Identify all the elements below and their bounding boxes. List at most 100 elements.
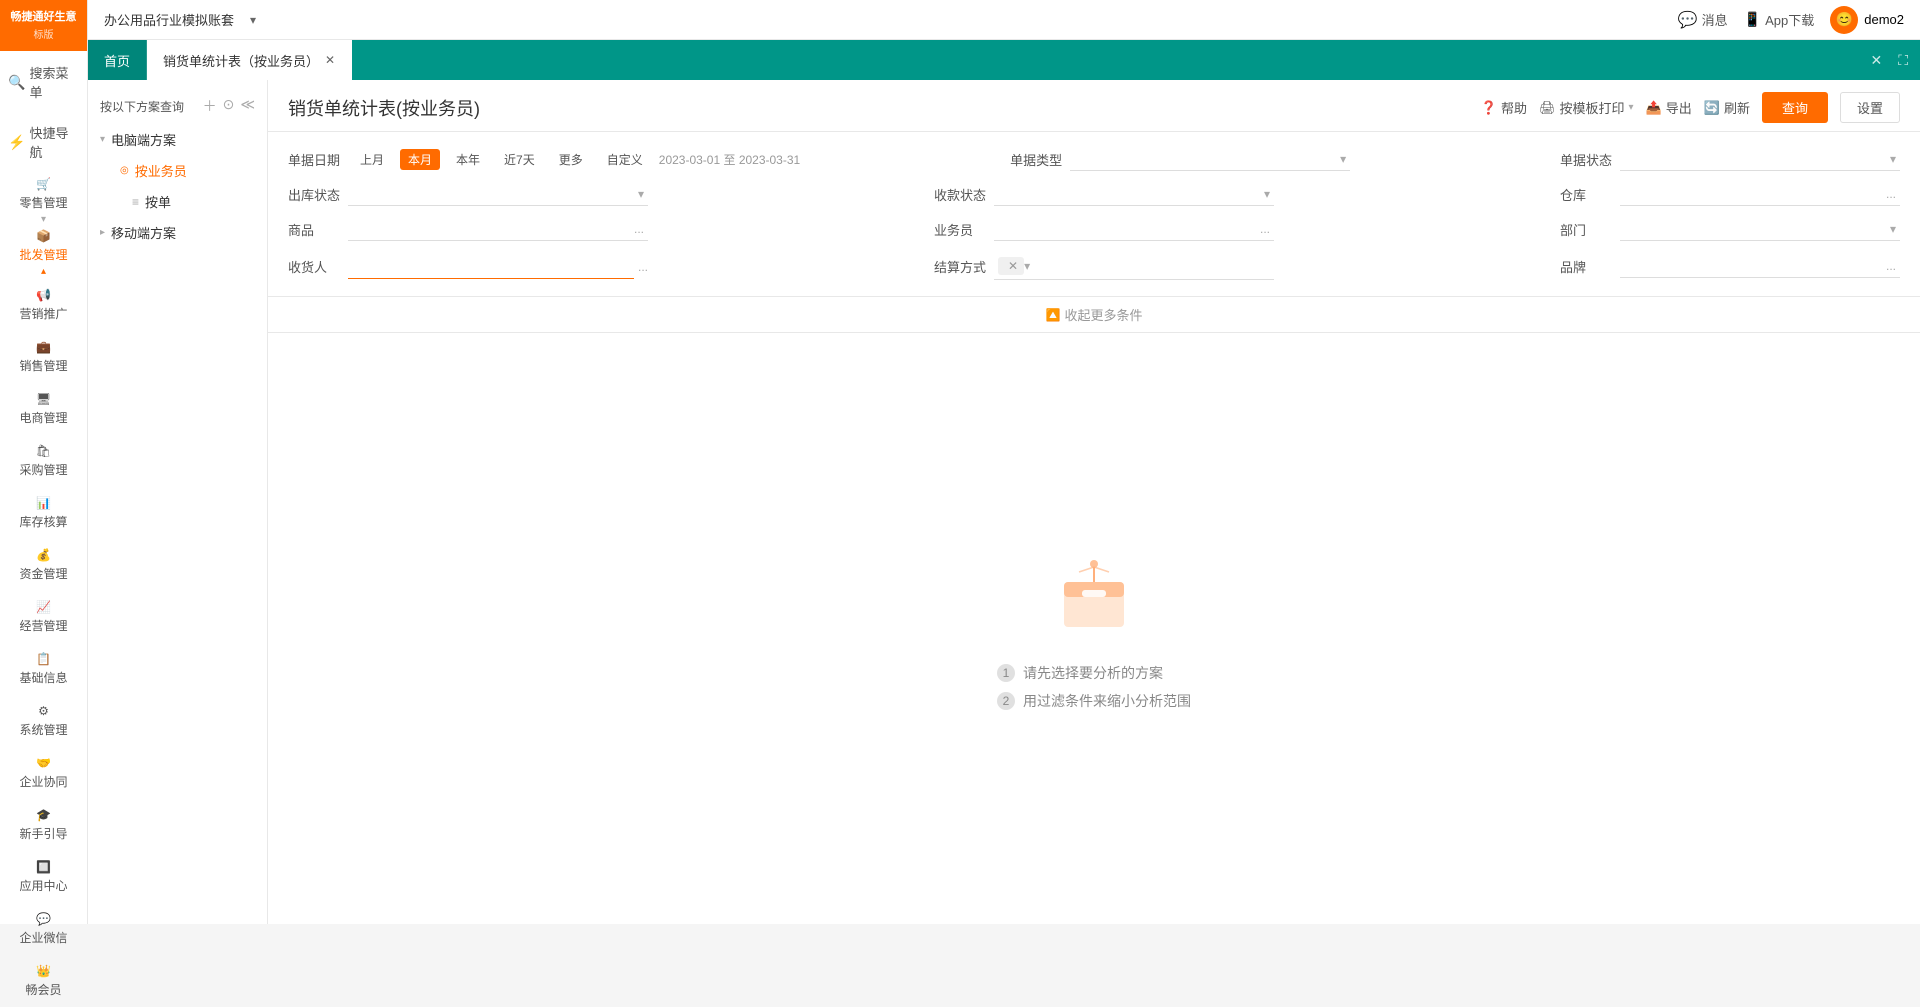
sidebar-stock-label: 库存核算 (19, 513, 67, 530)
collapse-panel-icon[interactable]: ≪ (240, 96, 255, 116)
date-7days-btn[interactable]: 近7天 (496, 149, 543, 170)
page-actions: ❓ 帮助 🖨 按模板打印 ▾ 📤 导出 🔄 刷新 (1481, 92, 1900, 123)
date-range-display: 2023-03-01 至 2023-03-31 (659, 151, 800, 168)
collapse-bar[interactable]: 🔼 收起更多条件 (268, 297, 1920, 333)
date-thisyear-btn[interactable]: 本年 (448, 149, 488, 170)
topbar-message-label: 消息 (1702, 10, 1728, 29)
date-thismonth-btn[interactable]: 本月 (400, 149, 440, 170)
ecom-icon: 🖥 (36, 392, 51, 406)
outstatus-dropdown[interactable] (348, 183, 648, 206)
tree-item-mobile[interactable]: ▸ 移动端方案 (88, 217, 267, 248)
empty-tips: 1 请先选择要分析的方案 2 用过滤条件来缩小分析范围 (997, 663, 1191, 711)
sidebar-item-system[interactable]: ⚙ 系统管理 (0, 695, 87, 747)
brand-dropdown[interactable]: ... (1620, 255, 1900, 278)
tab-maximize-button[interactable]: ⛶ (1894, 48, 1912, 73)
sidebar-quicknav-label: 快捷导航 (29, 123, 79, 161)
sidebar-base-label: 基础信息 (19, 669, 67, 686)
sidebar-purchase-label: 采购管理 (19, 461, 67, 478)
sidebar-item-stock[interactable]: 📊 库存核算 (0, 487, 87, 539)
filter-doctype-item: 单据类型 (1010, 148, 1350, 171)
payment-label: 结算方式 (934, 257, 990, 276)
refresh-button[interactable]: 🔄 刷新 (1704, 98, 1750, 117)
docstatus-dropdown[interactable] (1620, 148, 1900, 171)
sidebar-item-appstore[interactable]: 🔲 应用中心 (0, 851, 87, 903)
receiptstatus-dropdown[interactable] (994, 183, 1274, 206)
sidebar-retail-label: 零售管理 (19, 194, 67, 211)
add-scheme-icon[interactable]: ＋ (203, 96, 217, 116)
vip-icon: 👑 (36, 964, 51, 978)
sidebar-item-ecom[interactable]: 🖥 电商管理 (0, 383, 87, 435)
sidebar-item-newbie[interactable]: 🎓 新手引导 (0, 799, 87, 851)
user-avatar: 😊 (1830, 6, 1858, 34)
base-icon: 📋 (36, 652, 51, 666)
sidebar-item-finance[interactable]: 💰 资金管理 (0, 539, 87, 591)
date-more-btn[interactable]: 更多 (551, 149, 591, 170)
goods-dropdown[interactable]: ... (348, 218, 648, 241)
sidebar-item-search[interactable]: 🔍 搜索菜单 (0, 51, 87, 113)
marketing-icon: 📢 (36, 288, 51, 302)
query-button[interactable]: 查询 (1762, 92, 1828, 123)
payment-dropdown[interactable]: ✕ (994, 253, 1274, 280)
tabbar: 首页 销货单统计表（按业务员） ✕ ✕ ⛶ (88, 40, 1920, 80)
goods-dots-icon[interactable]: ... (634, 222, 644, 236)
tree-item-by-salesperson[interactable]: ◎ 按业务员 (108, 155, 267, 186)
sidebar-corp-label: 企业协同 (19, 773, 67, 790)
settings-scheme-icon[interactable]: ⊙ (223, 96, 235, 116)
sidebar-item-ops[interactable]: 📈 经营管理 (0, 591, 87, 643)
sidebar-item-marketing[interactable]: 📢 营销推广 (0, 279, 87, 331)
sidebar-ecom-label: 电商管理 (19, 409, 67, 426)
topbar-username: demo2 (1864, 12, 1904, 27)
topbar-message[interactable]: 💬 消息 (1678, 10, 1728, 30)
wechat-icon: 💬 (36, 912, 51, 926)
date-lastmonth-btn[interactable]: 上月 (352, 149, 392, 170)
consignee-dots-icon[interactable]: ... (638, 260, 648, 274)
salesperson-label: 业务员 (934, 220, 990, 239)
tree-item-by-doc[interactable]: ≡ 按单 (108, 186, 267, 217)
help-button[interactable]: ❓ 帮助 (1481, 98, 1527, 117)
print-label: 按模板打印 (1560, 98, 1625, 117)
sidebar-item-wechat[interactable]: 💬 企业微信 (0, 903, 87, 955)
tab-close-button[interactable]: ✕ (325, 53, 335, 67)
sidebar-item-vip[interactable]: 👑 畅会员 (0, 955, 87, 1007)
tree-desktop-label: 电脑端方案 (111, 130, 176, 149)
filter-date-item: 单据日期 上月 本月 本年 近7天 更多 自定义 2023-03-01 至 20… (288, 149, 800, 170)
sidebar-item-base[interactable]: 📋 基础信息 (0, 643, 87, 695)
print-button[interactable]: 🖨 按模板打印 ▾ (1539, 98, 1634, 117)
consignee-label: 收货人 (288, 257, 344, 276)
department-dropdown[interactable] (1620, 218, 1900, 241)
doctype-dropdown[interactable] (1070, 148, 1350, 171)
warehouse-dots-icon[interactable]: ... (1886, 187, 1896, 201)
consignee-input[interactable] (348, 255, 634, 279)
sidebar-item-quicknav[interactable]: ⚡ 快捷导航 (0, 113, 87, 171)
warehouse-dropdown[interactable]: ... (1620, 183, 1900, 206)
topbar-dropdown-icon[interactable]: ▾ (250, 13, 256, 27)
collapse-label: 收起更多条件 (1064, 305, 1142, 324)
sidebar-wechat-label: 企业微信 (19, 929, 67, 946)
sidebar-item-corp[interactable]: 🤝 企业协同 (0, 747, 87, 799)
salesperson-dropdown[interactable]: ... (994, 218, 1274, 241)
refresh-icon: 🔄 (1704, 100, 1720, 116)
tree-item-desktop[interactable]: ▾ 电脑端方案 (88, 124, 267, 155)
settings-button[interactable]: 设置 (1840, 92, 1900, 123)
sidebar-item-purchase[interactable]: 🛍 采购管理 (0, 435, 87, 487)
stock-icon: 📊 (36, 496, 51, 510)
brand-dots-icon[interactable]: ... (1886, 259, 1896, 273)
ops-icon: 📈 (36, 600, 51, 614)
payment-tag-close[interactable]: ✕ (1008, 259, 1018, 273)
salesperson-dots-icon[interactable]: ... (1260, 222, 1270, 236)
date-label: 单据日期 (288, 150, 344, 169)
tab-home[interactable]: 首页 (88, 40, 147, 80)
sidebar-item-sales[interactable]: 💼 销售管理 (0, 331, 87, 383)
tab-sales-stat[interactable]: 销货单统计表（按业务员） ✕ (147, 40, 352, 80)
topbar-app-download[interactable]: 📱 App下载 (1744, 10, 1815, 29)
sidebar-system-label: 系统管理 (19, 721, 67, 738)
doc-scheme-icon: ≡ (132, 195, 139, 209)
filter-consignee-item: 收货人 ... (288, 255, 648, 279)
date-custom-btn[interactable]: 自定义 (599, 149, 651, 170)
sidebar-item-retail[interactable]: 🛒 零售管理 ▾ (0, 175, 87, 227)
topbar-user[interactable]: 😊 demo2 (1830, 6, 1904, 34)
sidebar-sales-label: 销售管理 (19, 357, 67, 374)
tab-close-window-button[interactable]: ✕ (1866, 48, 1886, 73)
export-button[interactable]: 📤 导出 (1646, 98, 1692, 117)
sidebar-item-wholesale[interactable]: 📦 批发管理 ▴ (0, 227, 87, 279)
